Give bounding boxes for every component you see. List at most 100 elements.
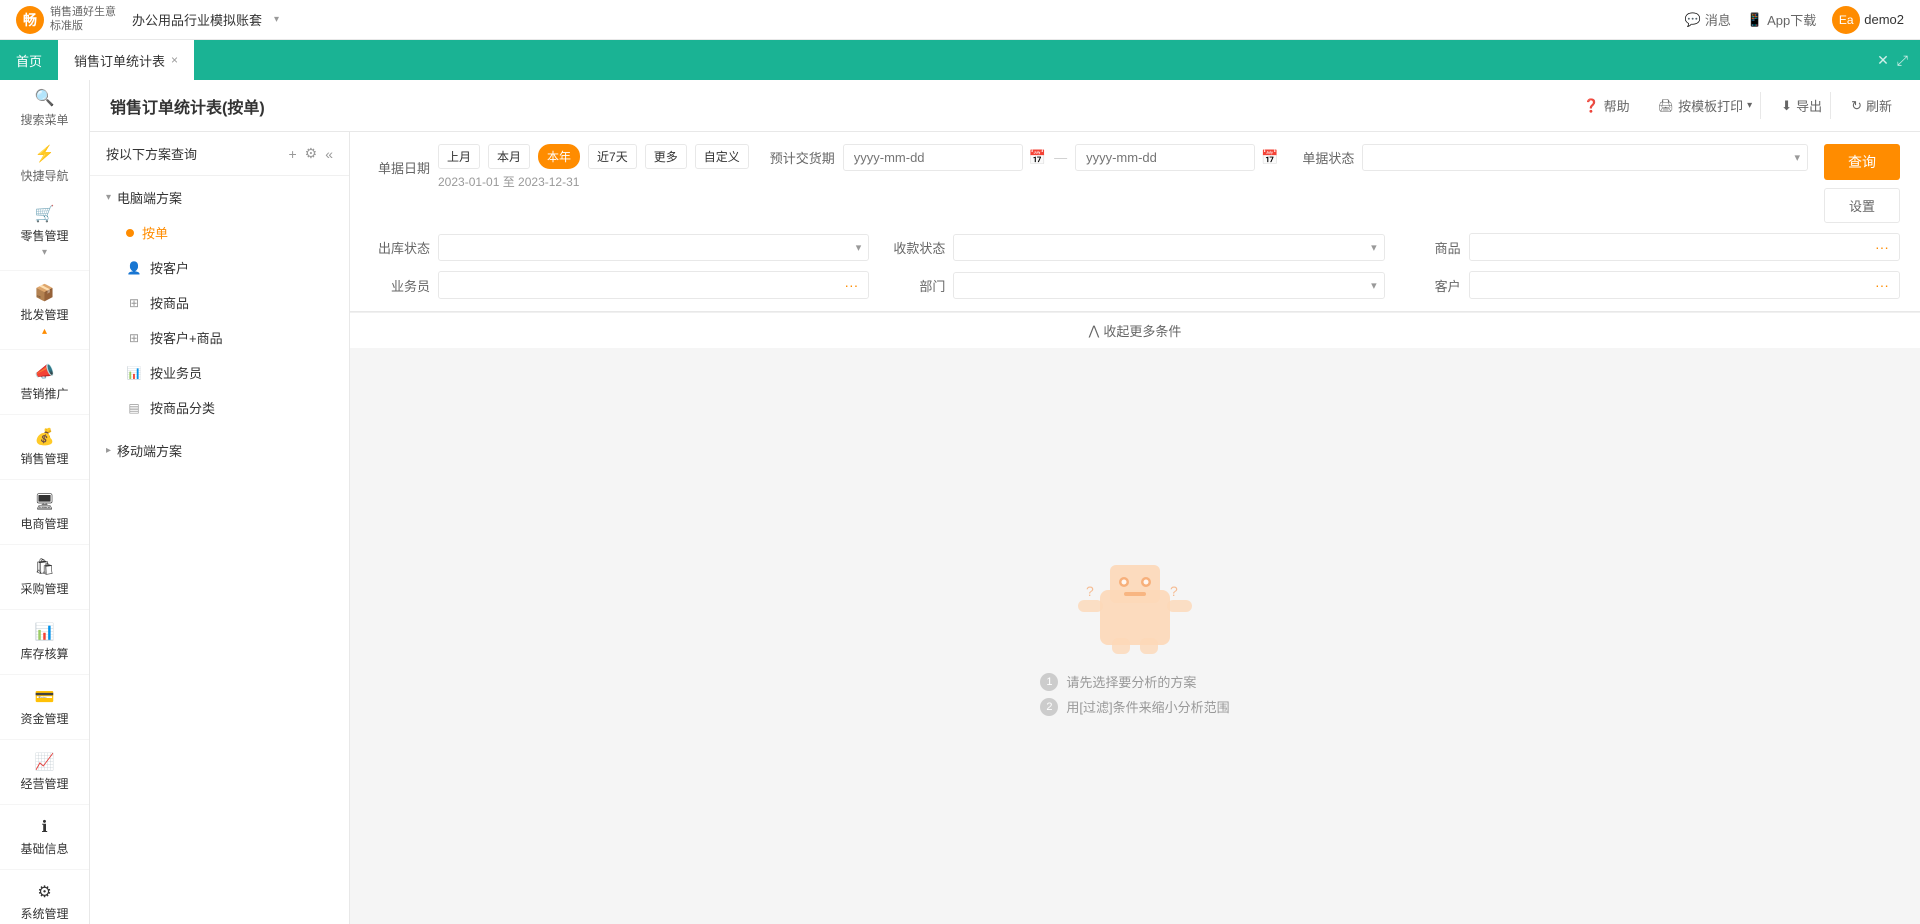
sidebar-item-wholesale[interactable]: 📦 批发管理 ▴ xyxy=(0,271,89,350)
scheme-item-by-order-label: 按单 xyxy=(142,223,168,242)
status-label: 单据状态 xyxy=(1294,148,1354,167)
expected-date-start-wrap: 📅 xyxy=(843,144,1046,171)
scheme-item-by-customer-goods-label: 按客户+商品 xyxy=(150,328,223,347)
date-btn-last-month[interactable]: 上月 xyxy=(438,144,480,169)
sidebar-nav: 🔍 搜索菜单 ⚡ 快捷导航 🛒 零售管理 ▾ 📦 批发管理 ▴ 📣 营销推广 💰… xyxy=(0,80,90,924)
export-btn[interactable]: ⬇ 导出 xyxy=(1773,92,1831,119)
by-goods-icon: ⊞ xyxy=(126,295,142,311)
sidebar-item-sales[interactable]: 💰 销售管理 xyxy=(0,415,89,480)
content-area: 销售订单统计表(按单) ❓ 帮助 🖨 按模板打印 ▾ ⬇ 导出 ↻ 刷新 xyxy=(90,80,1920,924)
app-title-dropdown-icon[interactable]: ▾ xyxy=(274,14,279,25)
close-window-btn[interactable]: ✕ xyxy=(1877,52,1889,69)
sidebar-system-label: 系统管理 xyxy=(20,905,68,922)
goods-more-icon[interactable]: ··· xyxy=(1875,239,1889,255)
scheme-item-by-customer-goods[interactable]: ⊞ 按客户+商品 xyxy=(90,320,349,355)
date-btn-7days[interactable]: 近7天 xyxy=(588,144,637,169)
sidebar-ecommerce-label: 电商管理 xyxy=(20,515,68,532)
date-btn-this-year[interactable]: 本年 xyxy=(538,144,580,169)
sidebar-item-retail[interactable]: 🛒 零售管理 ▾ xyxy=(0,192,89,271)
scheme-group-desktop-header[interactable]: ▾ 电脑端方案 xyxy=(90,180,349,215)
tab-sales-order[interactable]: 销售订单统计表 × xyxy=(58,40,194,80)
salesperson-input-wrap: ··· xyxy=(438,271,869,299)
window-controls: ✕ ⤢ xyxy=(1877,52,1920,69)
desktop-group-arrow-icon: ▾ xyxy=(106,192,111,203)
wholesale-icon: 📦 xyxy=(35,283,55,303)
sidebar-quick-nav-label: 快捷导航 xyxy=(20,167,68,184)
scheme-item-by-category-label: 按商品分类 xyxy=(150,398,215,417)
svg-text:?: ? xyxy=(1086,583,1094,599)
date-btn-more[interactable]: 更多 xyxy=(645,144,687,169)
basics-icon: ℹ xyxy=(41,817,47,837)
sidebar-item-marketing[interactable]: 📣 营销推广 xyxy=(0,350,89,415)
scheme-item-by-customer[interactable]: 👤 按客户 xyxy=(90,250,349,285)
status-select[interactable] xyxy=(1362,144,1808,171)
outbound-select[interactable] xyxy=(438,234,869,261)
expected-date-end-wrap: 📅 xyxy=(1075,144,1278,171)
search-nav-icon: 🔍 xyxy=(35,88,55,108)
sidebar-item-inventory[interactable]: 📊 库存核算 xyxy=(0,610,89,675)
date-separator: — xyxy=(1054,150,1067,165)
settings-scheme-icon[interactable]: ⚙ xyxy=(305,145,318,162)
scheme-item-by-salesperson[interactable]: 📊 按业务员 xyxy=(90,355,349,390)
by-salesperson-icon: 📊 xyxy=(126,365,142,381)
scheme-group-desktop: ▾ 电脑端方案 按单 👤 按客户 ⊞ 按商品 xyxy=(90,176,349,429)
scheme-item-by-category[interactable]: ▤ 按商品分类 xyxy=(90,390,349,425)
active-dot-icon xyxy=(126,229,134,237)
sidebar-item-finance[interactable]: 💳 资金管理 xyxy=(0,675,89,740)
add-scheme-icon[interactable]: + xyxy=(288,146,296,162)
sidebar-purchase-label: 采购管理 xyxy=(20,580,68,597)
sidebar-finance-label: 资金管理 xyxy=(20,710,68,727)
sidebar-item-operations[interactable]: 📈 经营管理 xyxy=(0,740,89,805)
salesperson-more-icon[interactable]: ··· xyxy=(844,277,858,293)
refresh-btn[interactable]: ↻ 刷新 xyxy=(1843,92,1900,119)
by-category-icon: ▤ xyxy=(126,400,142,416)
tab-home[interactable]: 首页 xyxy=(0,40,58,80)
scheme-group-mobile: ▸ 移动端方案 xyxy=(90,429,349,472)
sidebar-item-system[interactable]: ⚙ 系统管理 xyxy=(0,870,89,924)
app-download-btn[interactable]: 📱 App下载 xyxy=(1747,10,1816,29)
empty-state: ? ? 1 请先选择要分析的方案 2 用[过滤]条件来缩小分析范围 xyxy=(1040,550,1229,722)
date-buttons: 上月 本月 本年 近7天 更多 自定义 xyxy=(438,144,749,169)
scheme-group-mobile-header[interactable]: ▸ 移动端方案 xyxy=(90,433,349,468)
department-select[interactable] xyxy=(953,272,1384,299)
left-sidebar-icons: + ⚙ « xyxy=(288,145,333,162)
collapse-scheme-icon[interactable]: « xyxy=(325,146,333,162)
date-btn-this-month[interactable]: 本月 xyxy=(488,144,530,169)
left-sidebar-title: 按以下方案查询 xyxy=(106,144,197,163)
help-btn[interactable]: ❓ 帮助 xyxy=(1575,92,1637,119)
sidebar-sales-label: 销售管理 xyxy=(20,450,68,467)
scheme-item-by-order[interactable]: 按单 xyxy=(90,215,349,250)
main-content-empty: ? ? 1 请先选择要分析的方案 2 用[过滤]条件来缩小分析范围 xyxy=(350,348,1920,924)
sidebar-item-quick-nav[interactable]: ⚡ 快捷导航 xyxy=(0,136,89,192)
user-name: demo2 xyxy=(1864,12,1904,27)
sidebar-item-search[interactable]: 🔍 搜索菜单 xyxy=(0,80,89,136)
salesperson-label: 业务员 xyxy=(370,276,430,295)
print-btn[interactable]: 🖨 按模板打印 ▾ xyxy=(1650,92,1762,119)
user-area[interactable]: Ea demo2 xyxy=(1832,6,1904,34)
expected-date-end-input[interactable] xyxy=(1075,144,1255,171)
tab-close-btn[interactable]: × xyxy=(171,53,178,67)
mobile-group-arrow-icon: ▸ xyxy=(106,445,111,456)
sidebar-item-basics[interactable]: ℹ 基础信息 xyxy=(0,805,89,870)
filter-panel: 单据日期 上月 本月 本年 近7天 更多 自定义 20 xyxy=(350,132,1920,312)
app-title: 办公用品行业模拟账套 xyxy=(132,10,262,29)
expected-date-start-input[interactable] xyxy=(843,144,1023,171)
expected-date-section: 预计交货期 📅 — 📅 xyxy=(765,144,1279,171)
sidebar-item-purchase[interactable]: 🛍 采购管理 xyxy=(0,545,89,610)
empty-illustration: ? ? xyxy=(1070,550,1200,660)
customer-more-icon[interactable]: ··· xyxy=(1875,277,1889,293)
calendar-end-icon[interactable]: 📅 xyxy=(1261,149,1278,166)
calendar-start-icon[interactable]: 📅 xyxy=(1029,149,1046,166)
settings-button[interactable]: 设置 xyxy=(1824,188,1900,223)
scheme-item-by-customer-label: 按客户 xyxy=(150,258,189,277)
date-btn-custom[interactable]: 自定义 xyxy=(695,144,749,169)
collapse-filter-btn[interactable]: ⋀ 收起更多条件 xyxy=(350,312,1920,348)
scheme-item-by-goods[interactable]: ⊞ 按商品 xyxy=(90,285,349,320)
sidebar-item-ecommerce[interactable]: 🖥 电商管理 xyxy=(0,480,89,545)
message-btn[interactable]: 💬 消息 xyxy=(1685,10,1731,29)
goods-section: 商品 ··· xyxy=(1401,233,1900,261)
query-button[interactable]: 查询 xyxy=(1824,144,1900,180)
maximize-window-btn[interactable]: ⤢ xyxy=(1897,52,1908,69)
receipt-select[interactable] xyxy=(953,234,1384,261)
inventory-icon: 📊 xyxy=(35,622,55,642)
